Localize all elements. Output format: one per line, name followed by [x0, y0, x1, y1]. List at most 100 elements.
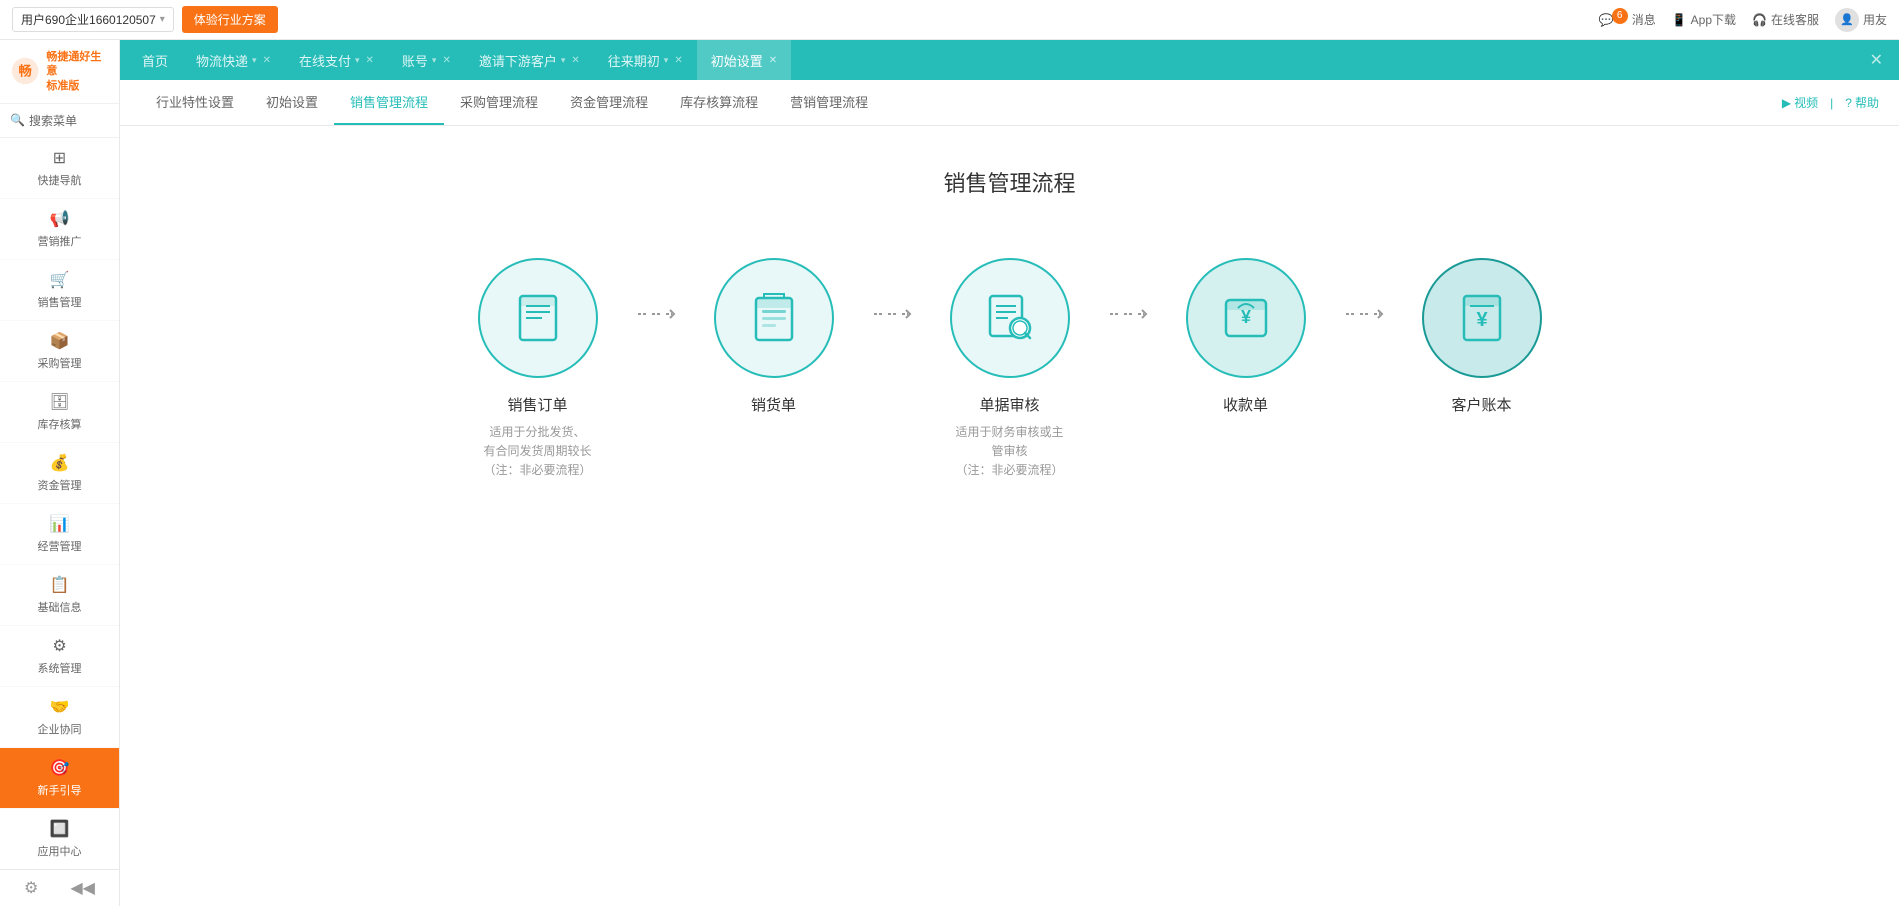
sidebar-item-5[interactable]: 💰资金管理 — [0, 443, 119, 504]
message-item[interactable]: 💬 6 消息 — [1599, 11, 1656, 28]
close-all-tabs-icon[interactable]: ✕ — [1862, 50, 1891, 70]
logo-icon: 畅 — [10, 55, 40, 87]
user-selector[interactable]: 用户690企业1660120507 ▾ — [12, 7, 174, 32]
sidebar-item-6[interactable]: 📊经营管理 — [0, 504, 119, 565]
nav-tab-close-1[interactable]: ✕ — [263, 55, 271, 66]
nav-tab-label-5: 往来期初 — [608, 51, 660, 70]
nav-tab-label-0: 首页 — [142, 51, 168, 70]
flow-circle-audit[interactable] — [950, 258, 1070, 378]
flow-circle-delivery[interactable] — [714, 258, 834, 378]
sidebar-item-1[interactable]: 📢营销推广 — [0, 199, 119, 260]
sub-tab-1[interactable]: 初始设置 — [250, 80, 334, 125]
payment-icon: ¥ — [1218, 290, 1274, 346]
sidebar-item-3[interactable]: 📦采购管理 — [0, 321, 119, 382]
headset-icon: 🎧 — [1752, 13, 1767, 27]
flow-circle-payment[interactable]: ¥ — [1186, 258, 1306, 378]
nav-tab-arrow-5[interactable]: ▾ — [664, 55, 669, 66]
user-label: 用户690企业1660120507 — [21, 11, 156, 28]
search-icon: 🔍 — [10, 113, 25, 127]
settings-icon[interactable]: ⚙ — [24, 878, 38, 898]
help-link[interactable]: ? 帮助 — [1845, 94, 1879, 111]
sidebar-item-11[interactable]: 🔲应用中心 — [0, 809, 119, 869]
collapse-icon[interactable]: ◀◀ — [70, 878, 95, 898]
sidebar-item-7[interactable]: 📋 基础信息 — [0, 565, 119, 626]
sidebar-icon-6: 📊 — [50, 514, 70, 534]
sidebar-item-10[interactable]: 🎯新手引导 — [0, 748, 119, 809]
nav-tab-6[interactable]: 初始设置 ✕ — [697, 40, 791, 80]
nav-tab-arrow-1[interactable]: ▾ — [252, 55, 257, 66]
sidebar-item-9[interactable]: 🤝企业协同 — [0, 687, 119, 748]
question-icon: ? — [1845, 96, 1852, 110]
nav-tab-3[interactable]: 账号 ▾ ✕ — [388, 40, 465, 80]
nav-tab-0[interactable]: 首页 — [128, 40, 182, 80]
nav-tab-4[interactable]: 邀请下游客户 ▾ ✕ — [465, 40, 594, 80]
sub-tab-right-actions: ▶ 视频 | ? 帮助 — [1782, 94, 1879, 111]
flow-label-audit: 单据审核 — [979, 394, 1039, 415]
sidebar-item-4[interactable]: 🗄库存核算 — [0, 382, 119, 443]
sidebar-label-1: 营销推广 — [38, 233, 82, 249]
sub-tab-0[interactable]: 行业特性设置 — [140, 80, 250, 125]
sidebar-logo[interactable]: 畅 畅捷通好生意 标准版 — [0, 40, 119, 104]
nav-tab-close-4[interactable]: ✕ — [571, 55, 579, 66]
sidebar-label-2: 销售管理 — [38, 294, 82, 310]
sidebar-icon-0: ⊞ — [53, 148, 66, 168]
nav-tab-label-2: 在线支付 — [299, 51, 351, 70]
sidebar-search-item[interactable]: 🔍 搜索菜单 — [0, 104, 119, 138]
video-link[interactable]: ▶ 视频 — [1782, 94, 1818, 111]
flow-label-account: 客户账本 — [1451, 394, 1511, 415]
sidebar-label-3: 采购管理 — [38, 355, 82, 371]
nav-tab-2[interactable]: 在线支付 ▾ ✕ — [285, 40, 388, 80]
nav-tab-1[interactable]: 物流快递 ▾ ✕ — [182, 40, 285, 80]
nav-tab-arrow-3[interactable]: ▾ — [432, 55, 437, 66]
nav-tab-close-6[interactable]: ✕ — [769, 55, 777, 66]
nav-tab-arrow-4[interactable]: ▾ — [561, 55, 566, 66]
top-bar: 用户690企业1660120507 ▾ 体验行业方案 💬 6 消息 📱 App下… — [0, 0, 1899, 40]
flow-circle-sales-order[interactable] — [478, 258, 598, 378]
sub-tab-6[interactable]: 营销管理流程 — [774, 80, 884, 125]
flow-item-delivery: 销货单 — [684, 258, 864, 423]
trial-button[interactable]: 体验行业方案 — [182, 6, 278, 33]
flow-item-sales-order: 销售订单 适用于分批发货、有合同发货周期较长（注：非必要流程） — [448, 258, 628, 481]
sidebar-icon-2: 🛒 — [50, 270, 70, 290]
sidebar-icon-4: 🗄 — [49, 392, 69, 412]
sidebar-item-2[interactable]: 🛒 销售管理 — [0, 260, 119, 321]
flow-label-delivery: 销货单 — [751, 394, 796, 415]
sidebar-item-0[interactable]: ⊞快捷导航 — [0, 138, 119, 199]
sidebar-label-5: 资金管理 — [38, 477, 82, 493]
flow-arrow-1 — [628, 304, 684, 324]
arrow-icon-3 — [1108, 304, 1148, 324]
nav-tab-close-2[interactable]: ✕ — [366, 55, 374, 66]
sidebar-nav: ⊞快捷导航📢营销推广 🛒 销售管理 📦采购管理🗄库存核算💰资金管理📊经营管理 📋 基础信息… — [0, 138, 119, 869]
sub-tabs: 行业特性设置初始设置销售管理流程采购管理流程资金管理流程库存核算流程营销管理流程… — [120, 80, 1899, 126]
sub-tab-3[interactable]: 采购管理流程 — [444, 80, 554, 125]
online-service-item[interactable]: 🎧 在线客服 — [1752, 11, 1819, 28]
flow-circle-account[interactable]: ¥ — [1422, 258, 1542, 378]
nav-tab-label-1: 物流快递 — [196, 51, 248, 70]
svg-text:畅: 畅 — [19, 63, 32, 79]
flow-diagram: 销售订单 适用于分批发货、有合同发货周期较长（注：非必要流程） — [140, 258, 1879, 481]
nav-tab-5[interactable]: 往来期初 ▾ ✕ — [594, 40, 697, 80]
sidebar-icon-11: 🔲 — [50, 819, 70, 839]
user-avatar-item[interactable]: 👤 用友 — [1835, 8, 1887, 32]
sidebar-icon-7: 📋 — [50, 575, 70, 595]
sidebar-item-8[interactable]: ⚙系统管理 — [0, 626, 119, 687]
sidebar-icon-8: ⚙ — [52, 636, 66, 656]
sidebar-bottom: ⚙ ◀◀ — [0, 869, 119, 906]
search-label: 搜索菜单 — [29, 112, 77, 129]
svg-text:¥: ¥ — [1476, 309, 1488, 331]
sub-tab-4[interactable]: 资金管理流程 — [554, 80, 664, 125]
flow-arrow-3 — [1100, 304, 1156, 324]
message-badge: 6 — [1612, 8, 1628, 24]
sub-tab-2[interactable]: 销售管理流程 — [334, 80, 444, 125]
account-icon: ¥ — [1454, 290, 1510, 346]
sidebar-label-10: 新手引导 — [38, 782, 82, 798]
flow-item-account: ¥ 客户账本 — [1392, 258, 1572, 423]
nav-tab-close-5[interactable]: ✕ — [674, 55, 682, 66]
nav-tab-close-3[interactable]: ✕ — [442, 55, 450, 66]
sub-tab-5[interactable]: 库存核算流程 — [664, 80, 774, 125]
sidebar-label-7: 基础信息 — [38, 599, 82, 615]
delivery-icon — [746, 290, 802, 346]
top-bar-right: 💬 6 消息 📱 App下载 🎧 在线客服 👤 用友 — [1599, 8, 1887, 32]
app-download-item[interactable]: 📱 App下载 — [1672, 11, 1736, 28]
nav-tab-arrow-2[interactable]: ▾ — [355, 55, 360, 66]
